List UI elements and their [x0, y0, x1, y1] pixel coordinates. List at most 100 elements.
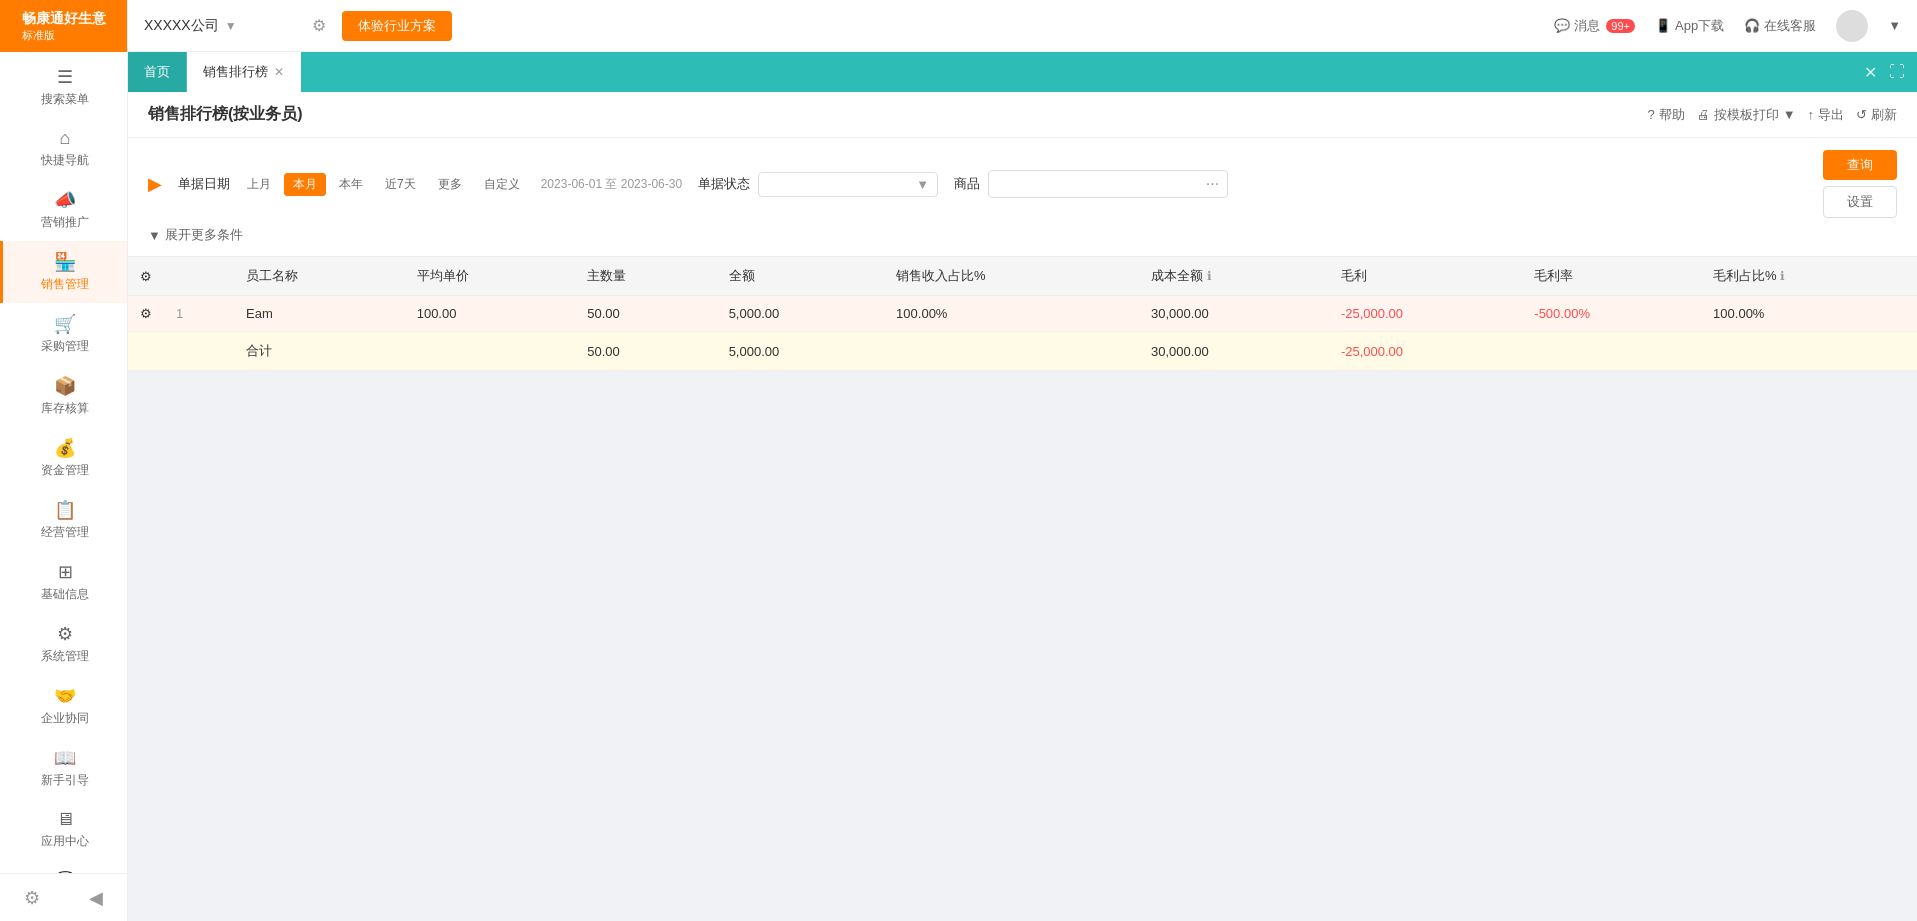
gross-pct-info-icon[interactable]: ℹ	[1780, 269, 1785, 283]
refresh-label: 刷新	[1871, 106, 1897, 124]
date-tab-more[interactable]: 更多	[429, 173, 471, 196]
settings-icon[interactable]: ⚙	[312, 16, 326, 35]
sidebar-item-system[interactable]: ⚙ 系统管理	[0, 613, 127, 675]
sidebar-item-inventory[interactable]: 📦 库存核算	[0, 365, 127, 427]
sidebar-item-marketing[interactable]: 📣 营销推广	[0, 179, 127, 241]
date-tab-prev-month[interactable]: 上月	[238, 173, 280, 196]
sidebar-footer: ⚙ ◀	[0, 873, 127, 921]
export-button[interactable]: ↑ 导出	[1808, 106, 1845, 124]
tab-right-actions: ✕ ⛶	[1852, 52, 1917, 92]
refresh-button[interactable]: ↺ 刷新	[1856, 106, 1897, 124]
online-service-label: 在线客服	[1764, 17, 1816, 35]
sidebar-label-finance: 资金管理	[41, 462, 89, 479]
goods-value	[997, 177, 1001, 192]
tab-close-icon[interactable]: ✕	[274, 65, 284, 79]
footer-gross: -25,000.00	[1329, 332, 1522, 371]
sidebar-label-operation: 经营管理	[41, 524, 89, 541]
app-download-icon: 📱	[1655, 18, 1671, 33]
collapse-sidebar-icon[interactable]: ◀	[89, 887, 103, 909]
sidebar-item-purchase[interactable]: 🛒 采购管理	[0, 303, 127, 365]
date-tabs: 上月 本月 本年 近7天 更多 自定义	[238, 173, 529, 196]
status-select[interactable]: ▼	[758, 172, 938, 197]
cost-info-icon[interactable]: ℹ	[1207, 269, 1212, 283]
guide-icon: 📖	[54, 747, 76, 769]
cooperation-icon: 🤝	[54, 685, 76, 707]
search-icon: ☰	[57, 66, 73, 88]
date-range-display: 2023-06-01 至 2023-06-30	[541, 176, 682, 193]
date-tab-last7[interactable]: 近7天	[376, 173, 425, 196]
trial-button[interactable]: 体验行业方案	[342, 11, 452, 41]
tab-maximize-icon[interactable]: ⛶	[1889, 63, 1905, 81]
expand-more-conditions[interactable]: ▼ 展开更多条件	[148, 226, 1897, 244]
col-gross: 毛利	[1329, 257, 1522, 296]
user-avatar[interactable]	[1836, 10, 1868, 42]
template-print-button[interactable]: 🖨 按模板打印 ▼	[1697, 106, 1796, 124]
footer-cost: 30,000.00	[1139, 332, 1329, 371]
app-download-label: App下载	[1675, 17, 1724, 35]
print-icon: 🖨	[1697, 107, 1710, 122]
col-avg-price: 平均单价	[405, 257, 576, 296]
user-name[interactable]: ▼	[1888, 18, 1901, 33]
goods-more-icon[interactable]: ···	[1206, 175, 1219, 193]
date-label: 单据日期	[178, 175, 230, 193]
sidebar-label-guide: 新手引导	[41, 772, 89, 789]
help-icon: ?	[1647, 107, 1654, 122]
sales-icon: 🏪	[54, 251, 76, 273]
col-quantity: 主数量	[575, 257, 716, 296]
online-service-action[interactable]: 🎧 在线客服	[1744, 17, 1816, 35]
sidebar-item-search[interactable]: ☰ 搜索菜单	[0, 56, 127, 118]
message-icon: 💬	[1554, 18, 1570, 33]
sidebar-item-finance[interactable]: 💰 资金管理	[0, 427, 127, 489]
status-value	[767, 177, 771, 192]
sidebar-item-basic[interactable]: ⊞ 基础信息	[0, 551, 127, 613]
app-version: 标准版	[22, 28, 106, 43]
row-sales-pct: 100.00%	[884, 296, 1139, 332]
settings-footer-icon[interactable]: ⚙	[24, 887, 40, 909]
col-name: 员工名称	[234, 257, 405, 296]
tab-close-all-icon[interactable]: ✕	[1864, 63, 1877, 82]
row-gross-pct: 100.00%	[1701, 296, 1917, 332]
company-name: XXXXX公司	[144, 17, 219, 35]
footer-label: 合计	[234, 332, 405, 371]
sidebar-label-marketing: 营销推广	[41, 214, 89, 231]
col-settings[interactable]: ⚙	[128, 257, 164, 296]
template-print-label: 按模板打印	[1714, 106, 1779, 124]
filter-expand-icon[interactable]: ▶	[148, 173, 162, 195]
setting-button[interactable]: 设置	[1823, 186, 1897, 218]
sidebar-item-operation[interactable]: 📋 经营管理	[0, 489, 127, 551]
row-avg-price: 100.00	[405, 296, 576, 332]
help-button[interactable]: ? 帮助	[1647, 106, 1684, 124]
table-container: ⚙ 员工名称 平均单价 主数量 全额 销售收入占比% 成本全额 ℹ 毛利 毛利率	[128, 257, 1917, 371]
date-tab-this-year[interactable]: 本年	[330, 173, 372, 196]
sidebar-item-sales[interactable]: 🏪 销售管理	[0, 241, 127, 303]
company-selector[interactable]: XXXXX公司 ▼	[144, 17, 304, 35]
date-tab-custom[interactable]: 自定义	[475, 173, 529, 196]
expand-label: 展开更多条件	[165, 226, 243, 244]
message-action[interactable]: 💬 消息 99+	[1554, 17, 1635, 35]
header-right: 💬 消息 99+ 📱 App下载 🎧 在线客服 ▼	[1554, 10, 1901, 42]
online-service-icon: 🎧	[1744, 18, 1760, 33]
query-button[interactable]: 查询	[1823, 150, 1897, 180]
date-tab-this-month[interactable]: 本月	[284, 173, 326, 196]
sidebar-item-cooperation[interactable]: 🤝 企业协同	[0, 675, 127, 737]
goods-label: 商品	[954, 175, 980, 193]
col-rank	[164, 257, 234, 296]
goods-select[interactable]: ···	[988, 170, 1228, 198]
sidebar-logo: 畅康通好生意 标准版	[0, 0, 127, 52]
row-name: Eam	[234, 296, 405, 332]
sidebar-item-shortcut[interactable]: ⌂ 快捷导航	[0, 118, 127, 179]
row-gross-rate: -500.00%	[1522, 296, 1701, 332]
app-download-action[interactable]: 📱 App下载	[1655, 17, 1724, 35]
footer-total: 5,000.00	[717, 332, 884, 371]
tab-home[interactable]: 首页	[128, 52, 187, 92]
header: XXXXX公司 ▼ ⚙ 体验行业方案 💬 消息 99+ 📱 App下载 🎧 在线…	[128, 0, 1917, 52]
app-name: 畅康通好生意	[22, 9, 106, 27]
table-header-row: ⚙ 员工名称 平均单价 主数量 全额 销售收入占比% 成本全额 ℹ 毛利 毛利率	[128, 257, 1917, 296]
row-settings[interactable]: ⚙	[128, 296, 164, 332]
tab-sales-ranking[interactable]: 销售排行榜 ✕	[187, 52, 301, 92]
sidebar: 畅康通好生意 标准版 ☰ 搜索菜单 ⌂ 快捷导航 📣 营销推广 🏪 销售管理 🛒…	[0, 0, 128, 921]
sidebar-item-wechat[interactable]: 💬 企业微信	[0, 860, 127, 873]
row-quantity: 50.00	[575, 296, 716, 332]
sidebar-item-appstore[interactable]: 🖥 应用中心	[0, 799, 127, 860]
sidebar-item-guide[interactable]: 📖 新手引导	[0, 737, 127, 799]
